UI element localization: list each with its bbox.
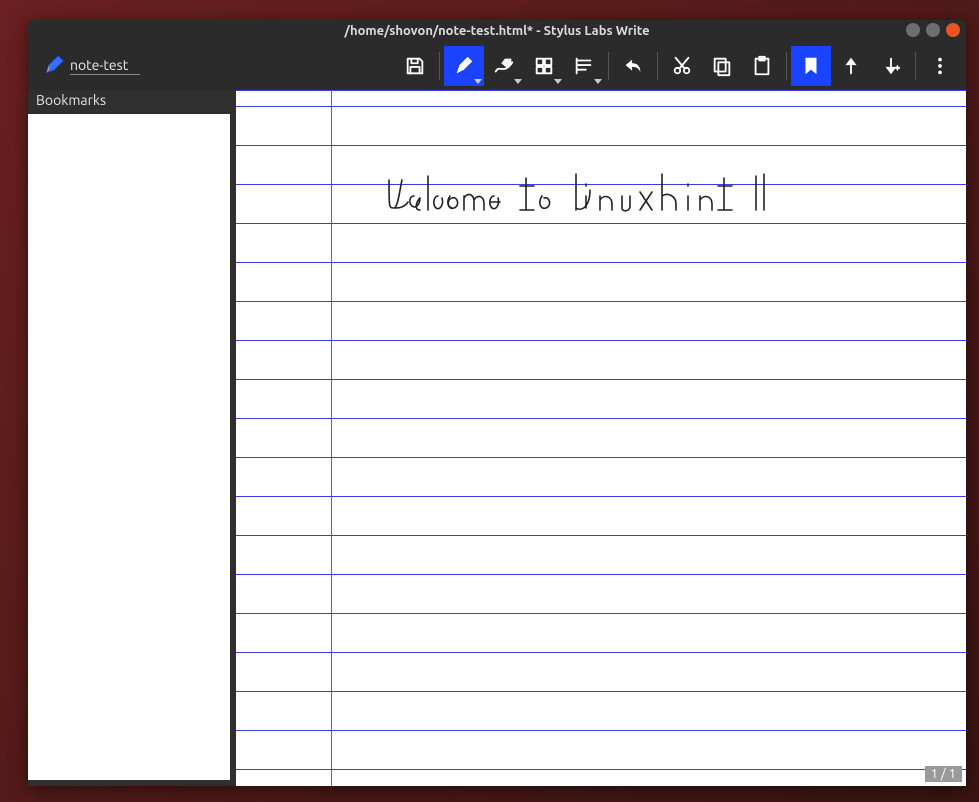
bookmark-button[interactable] (791, 46, 831, 86)
chevron-down-icon (554, 79, 562, 84)
toolbar-separator (608, 52, 609, 80)
toolbar: note-test (28, 42, 966, 90)
canvas-area: 1 / 1 (236, 90, 966, 786)
insert-space-button[interactable] (564, 46, 604, 86)
menu-button[interactable] (920, 46, 960, 86)
sidebar-title: Bookmarks (28, 90, 236, 114)
chevron-down-icon (474, 79, 482, 84)
toolbar-separator (786, 52, 787, 80)
pen-tool-button[interactable] (444, 46, 484, 86)
toolbar-separator (915, 52, 916, 80)
handwritten-stroke (386, 168, 786, 232)
titlebar[interactable]: /home/shovon/note-test.html* - Stylus La… (28, 20, 966, 42)
toolbar-separator (439, 52, 440, 80)
pencil-icon (44, 55, 64, 78)
paste-button[interactable] (742, 46, 782, 86)
window-controls (906, 23, 960, 37)
prev-page-button[interactable] (831, 46, 871, 86)
copy-button[interactable] (702, 46, 742, 86)
selection-tool-button[interactable] (524, 46, 564, 86)
close-button[interactable] (946, 23, 960, 37)
chevron-down-icon (514, 79, 522, 84)
toolbar-separator (657, 52, 658, 80)
undo-button[interactable] (613, 46, 653, 86)
sidebar: Bookmarks (28, 90, 236, 786)
next-page-button[interactable] (871, 46, 911, 86)
save-button[interactable] (395, 46, 435, 86)
document-tab[interactable]: note-test (34, 51, 150, 82)
cut-button[interactable] (662, 46, 702, 86)
minimize-button[interactable] (906, 23, 920, 37)
app-body: Bookmarks (28, 90, 966, 786)
note-canvas[interactable] (236, 90, 966, 786)
document-name: note-test (70, 57, 140, 75)
maximize-button[interactable] (926, 23, 940, 37)
window-title: /home/shovon/note-test.html* - Stylus La… (344, 24, 649, 38)
page-indicator: 1 / 1 (925, 766, 962, 782)
bookmarks-panel[interactable] (28, 114, 230, 780)
chevron-down-icon (594, 79, 602, 84)
app-window: /home/shovon/note-test.html* - Stylus La… (28, 20, 966, 786)
stroke-eraser-button[interactable] (484, 46, 524, 86)
